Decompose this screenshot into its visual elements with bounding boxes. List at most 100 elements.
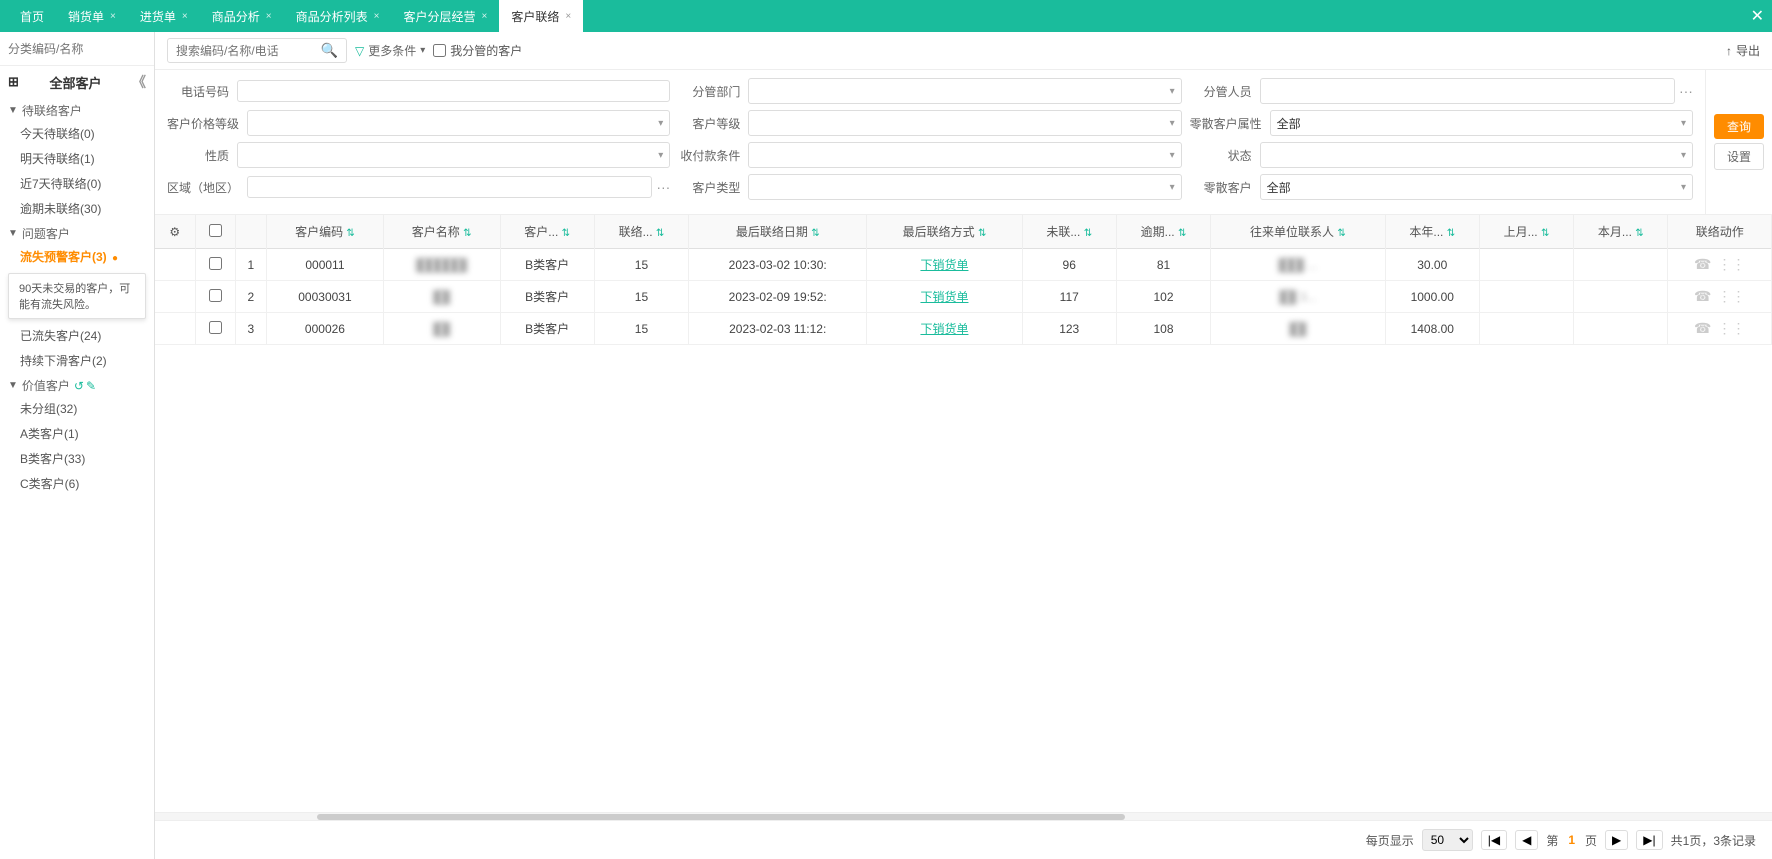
sidebar-item-ungrouped[interactable]: 未分组(32) (0, 396, 154, 421)
col-contact[interactable]: 联络... ⇅ (594, 215, 688, 249)
filter-row-4: 区域（地区） ··· 客户类型 ▾ 零散客户 全部 (167, 174, 1693, 200)
row-select-checkbox[interactable] (209, 321, 222, 334)
tab-customer-segment[interactable]: 客户分层经营 × (391, 0, 499, 32)
tab-home[interactable]: 首页 (8, 0, 56, 32)
export-button[interactable]: ↑ 导出 (1726, 42, 1760, 59)
last-page-button[interactable]: ▶| (1636, 830, 1662, 850)
action-more-icon[interactable]: ⋮⋮ (1717, 288, 1745, 305)
action-contact-icon[interactable]: ☎ (1694, 320, 1711, 337)
col-this-year[interactable]: 本年... ⇅ (1385, 215, 1479, 249)
col-unit-contact[interactable]: 往来单位联系人 ⇅ (1211, 215, 1386, 249)
prev-page-button[interactable]: ◀ (1515, 830, 1538, 850)
all-customers-header[interactable]: ⊞ 全部客户 《 (0, 66, 154, 98)
toolbar-search-icon[interactable]: 🔍 (321, 42, 338, 59)
chevron-down-icon-status: ▾ (1681, 150, 1686, 161)
col-overdue[interactable]: 逾期... ⇅ (1116, 215, 1210, 249)
filter-manager-select[interactable] (1260, 78, 1675, 104)
row-index: 3 (235, 313, 267, 345)
sidebar-item-declining[interactable]: 持续下滑客户(2) (0, 348, 154, 373)
sidebar-item-tomorrow-contact[interactable]: 明天待联络(1) (0, 146, 154, 171)
filter-row-1: 电话号码 分管部门 ▾ 分管人员 ··· (167, 78, 1693, 104)
section-problem-customers[interactable]: ▼ 问题客户 (0, 221, 154, 244)
first-page-button[interactable]: |◀ (1481, 830, 1507, 850)
col-name[interactable]: 客户名称 ⇅ (383, 215, 500, 249)
sidebar-item-7days-contact[interactable]: 近7天待联络(0) (0, 171, 154, 196)
tab-customer-contact[interactable]: 客户联络 × (499, 0, 583, 32)
row-this-month (1574, 313, 1668, 345)
tab-customer-contact-close[interactable]: × (565, 11, 571, 22)
col-settings[interactable]: ⚙ (155, 215, 195, 249)
filter-customer-level-select[interactable]: ▾ (748, 110, 1181, 136)
more-filter-button[interactable]: ▽ 更多条件 ▾ (355, 42, 425, 59)
filter-customer-type-select[interactable]: ▾ (748, 174, 1181, 200)
tab-sales-order[interactable]: 销货单 × (56, 0, 128, 32)
action-contact-icon[interactable]: ☎ (1694, 256, 1711, 273)
query-button[interactable]: 查询 (1714, 114, 1764, 139)
filter-phone-input[interactable] (237, 80, 670, 102)
filter-nature: 性质 ▾ (167, 142, 670, 168)
sidebar-item-class-b[interactable]: B类客户(33) (0, 446, 154, 471)
col-code[interactable]: 客户编码 ⇅ (267, 215, 384, 249)
section-value-customers[interactable]: ▼ 价值客户 ↺ ✎ (0, 373, 154, 396)
app-close-button[interactable]: ✕ (1751, 6, 1764, 26)
col-last-way[interactable]: 最后联络方式 ⇅ (867, 215, 1022, 249)
tab-product-analysis-list[interactable]: 商品分析列表 × (284, 0, 392, 32)
sidebar-item-class-a[interactable]: A类客户(1) (0, 421, 154, 446)
filter-scatter-customer-select[interactable]: 全部 ▾ (1260, 174, 1693, 200)
my-customers-checkbox[interactable] (433, 44, 446, 57)
tab-product-analysis[interactable]: 商品分析 × (200, 0, 284, 32)
filter-icon: ▽ (355, 44, 364, 58)
filter-dept-select[interactable]: ▾ (748, 78, 1181, 104)
sidebar-item-overdue-contact[interactable]: 逾期未联络(30) (0, 196, 154, 221)
sidebar-item-churned[interactable]: 已流失客户(24) (0, 323, 154, 348)
row-contact: 15 (594, 313, 688, 345)
col-last-date[interactable]: 最后联络日期 ⇅ (689, 215, 867, 249)
refresh-icon[interactable]: ↺ (74, 379, 84, 393)
sort-icon-name: ⇅ (463, 228, 471, 239)
tab-customer-segment-close[interactable]: × (481, 11, 487, 22)
filter-scatter-attr: 零散客户属性 全部 ▾ (1190, 110, 1693, 136)
action-contact-icon[interactable]: ☎ (1694, 288, 1711, 305)
tab-purchase-order-close[interactable]: × (182, 11, 188, 22)
data-table-container: ⚙ 客户编码 ⇅ 客户名称 ⇅ 客户... ⇅ 联络... ⇅ 最后联络日期 ⇅… (155, 215, 1772, 812)
action-more-icon[interactable]: ⋮⋮ (1717, 256, 1745, 273)
settings-button[interactable]: 设置 (1714, 143, 1764, 170)
tab-product-analysis-close[interactable]: × (266, 11, 272, 22)
tab-product-analysis-list-close[interactable]: × (374, 11, 380, 22)
filter-nature-select[interactable]: ▾ (237, 142, 670, 168)
filter-payment-select[interactable]: ▾ (748, 142, 1181, 168)
sidebar-item-today-contact[interactable]: 今天待联络(0) (0, 121, 154, 146)
row-this-year: 1408.00 (1385, 313, 1479, 345)
row-last-way: 下销货单 (867, 313, 1022, 345)
row-select-checkbox[interactable] (209, 257, 222, 270)
last-way-link[interactable]: 下销货单 (920, 258, 968, 272)
action-more-icon[interactable]: ⋮⋮ (1717, 320, 1745, 337)
section-pending-contact[interactable]: ▼ 待联络客户 (0, 98, 154, 121)
col-type[interactable]: 客户... ⇅ (500, 215, 594, 249)
filter-manager-dots[interactable]: ··· (1679, 83, 1693, 99)
last-way-link[interactable]: 下销货单 (920, 322, 968, 336)
col-no-contact[interactable]: 未联... ⇅ (1022, 215, 1116, 249)
edit-icon[interactable]: ✎ (86, 379, 96, 393)
per-page-select[interactable]: 50 100 200 (1422, 829, 1473, 851)
sidebar-search-input[interactable] (8, 42, 155, 56)
row-last-way: 下销货单 (867, 249, 1022, 281)
toolbar-search-input[interactable] (176, 44, 321, 58)
horizontal-scroll-area[interactable] (155, 812, 1772, 820)
filter-region-input[interactable] (247, 176, 652, 198)
row-select-checkbox[interactable] (209, 289, 222, 302)
sort-icon-last-date: ⇅ (811, 228, 819, 239)
last-way-link[interactable]: 下销货单 (920, 290, 968, 304)
tab-purchase-order[interactable]: 进货单 × (128, 0, 200, 32)
col-last-month[interactable]: 上月... ⇅ (1479, 215, 1573, 249)
sidebar-item-churn-warning[interactable]: 流失预警客户(3) ● (0, 244, 154, 269)
tab-sales-order-close[interactable]: × (110, 11, 116, 22)
filter-price-level-select[interactable]: ▾ (247, 110, 670, 136)
next-page-button[interactable]: ▶ (1605, 830, 1628, 850)
col-this-month[interactable]: 本月... ⇅ (1574, 215, 1668, 249)
sidebar-item-class-c[interactable]: C类客户(6) (0, 471, 154, 496)
select-all-checkbox[interactable] (209, 224, 222, 237)
filter-scatter-attr-select[interactable]: 全部 ▾ (1270, 110, 1693, 136)
filter-status-select[interactable]: ▾ (1260, 142, 1693, 168)
filter-region-dots[interactable]: ··· (656, 179, 670, 195)
